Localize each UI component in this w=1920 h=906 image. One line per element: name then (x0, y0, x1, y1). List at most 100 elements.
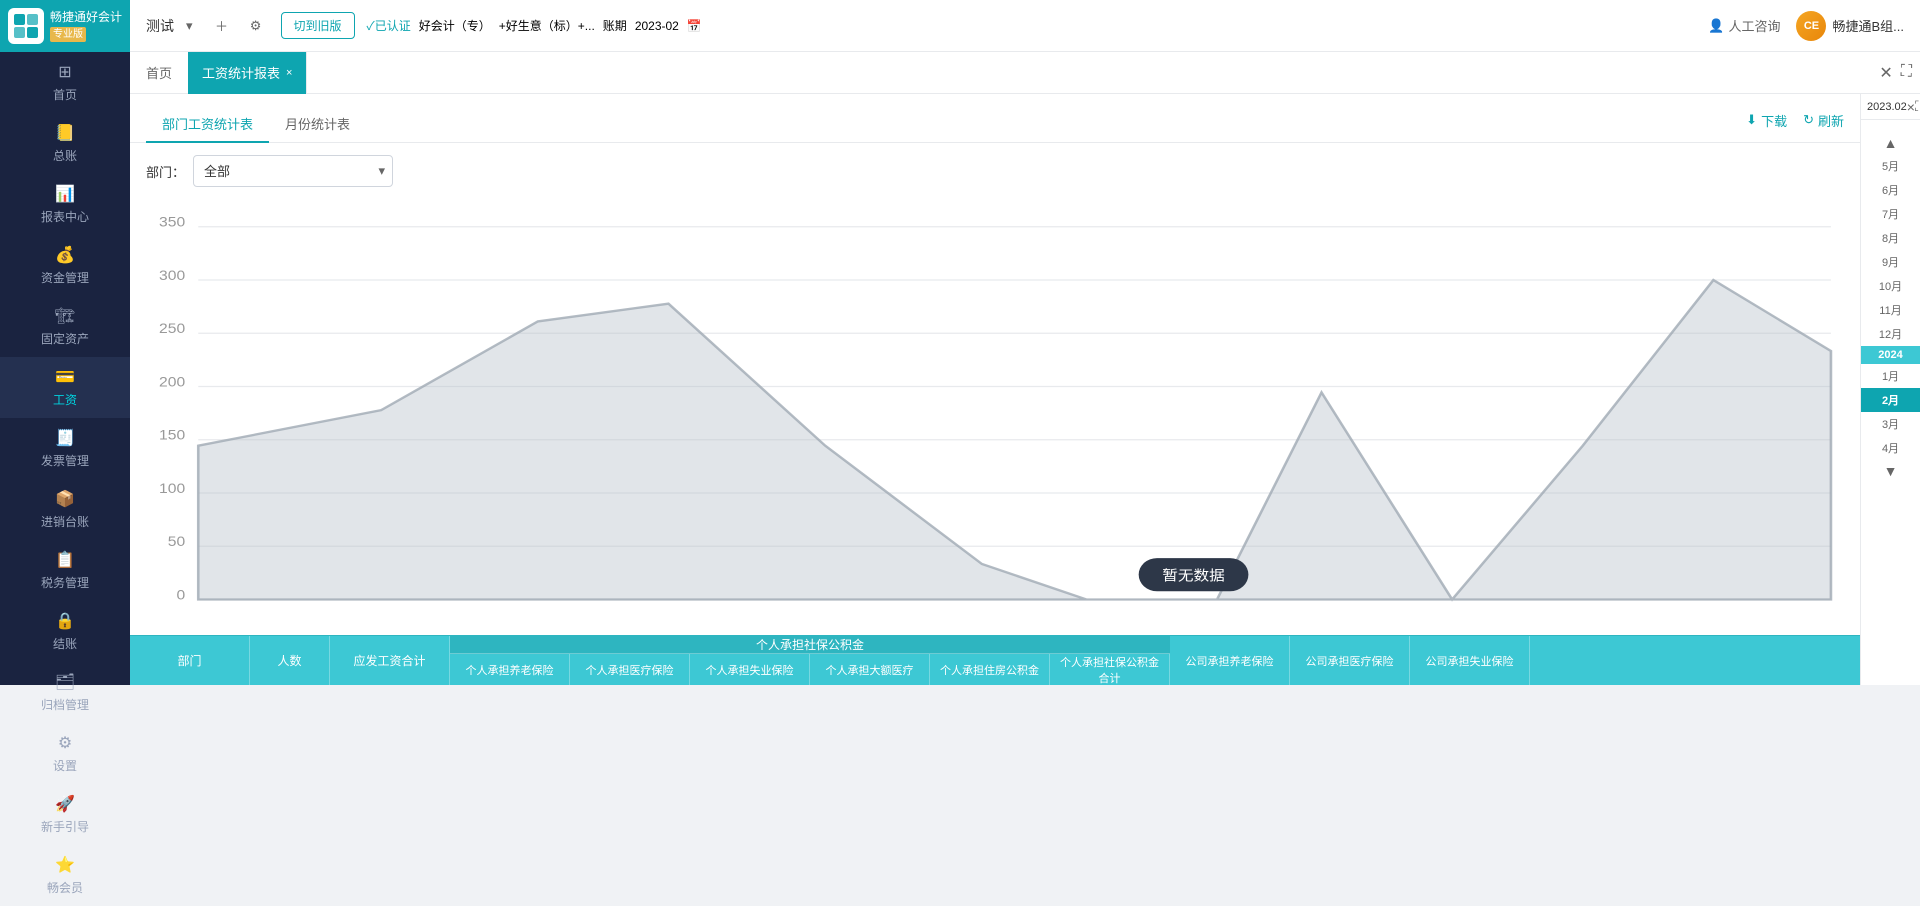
sidebar-label-sales: 进销台账 (41, 513, 89, 530)
topbar-title: 测试 (146, 16, 174, 36)
col-company-pension: 公司承担养老保险 (1170, 636, 1290, 685)
account-type: 好会计（专） (419, 17, 491, 34)
svg-text:150: 150 (159, 427, 185, 443)
subtab-month[interactable]: 月份统计表 (269, 106, 366, 143)
sidebar-item-sales[interactable]: 📦 进销台账 (0, 479, 130, 540)
sidebar-item-archive[interactable]: 🗂 归档管理 (0, 662, 130, 723)
sidebar-label-home: 首页 (53, 86, 77, 103)
col-personal-total: 个人承担社保公积金合计 (1050, 654, 1170, 685)
subtab-dept[interactable]: 部门工资统计表 (146, 106, 269, 143)
subtab-actions: ⬇ 下载 ↻ 刷新 (1746, 111, 1844, 138)
settings-icon: ⚙ (58, 733, 72, 753)
sidebar-label-vip: 畅会员 (47, 879, 83, 896)
vip-icon: ⭐ (55, 855, 75, 875)
tabbar: 首页 工资统计报表 × ✕ ⛶ (130, 52, 1920, 94)
month-5[interactable]: 5月 (1861, 154, 1920, 178)
col-personal-pension: 个人承担养老保险 (450, 654, 570, 685)
month-6[interactable]: 6月 (1861, 178, 1920, 202)
window-expand-button[interactable]: ⛶ (1901, 63, 1912, 83)
content-area: 部门工资统计表 月份统计表 ⬇ 下载 ↻ 刷新 (130, 94, 1920, 685)
add-button[interactable]: ＋ (209, 13, 235, 39)
svg-text:300: 300 (159, 268, 185, 284)
invoice-icon: 🧾 (55, 428, 75, 448)
window-close-button[interactable]: ✕ (1879, 63, 1892, 83)
sidebar-label-settings: 设置 (53, 757, 77, 774)
sidebar-item-closing[interactable]: 🔒 结账 (0, 601, 130, 662)
tab-home[interactable]: 首页 (146, 63, 188, 82)
month-8[interactable]: 8月 (1861, 226, 1920, 250)
month-1[interactable]: 1月 (1861, 364, 1920, 388)
sidebar-item-invoice[interactable]: 🧾 发票管理 (0, 418, 130, 479)
tab-payroll-report[interactable]: 工资统计报表 × (188, 52, 307, 94)
user-info[interactable]: CE 畅捷通B组... (1796, 11, 1904, 41)
sidebar-label-asset: 固定资产 (41, 330, 89, 347)
sidebar-item-tax[interactable]: 📋 税务管理 (0, 540, 130, 601)
svg-text:350: 350 (159, 214, 185, 230)
next-year-button[interactable]: ▼ (1861, 460, 1920, 482)
prev-year-button[interactable]: ▲ (1861, 132, 1920, 154)
svg-text:250: 250 (159, 321, 185, 337)
month-2[interactable]: 2月 (1861, 388, 1920, 412)
month-4[interactable]: 4月 (1861, 436, 1920, 460)
month-12[interactable]: 12月 (1861, 322, 1920, 346)
panel-expand-button[interactable]: ⛶ (1915, 98, 1920, 115)
panel-close-button[interactable]: × (1907, 99, 1915, 115)
help-icon: 👤 (1708, 18, 1724, 34)
tax-icon: 📋 (55, 550, 75, 570)
home-icon: ⊞ (58, 62, 71, 82)
topbar-status: ✓已认证 好会计（专） +好生意（标）+... 账期 2023-02 📅 (367, 17, 702, 34)
topbar-dropdown[interactable]: ▾ (186, 18, 193, 34)
month-7[interactable]: 7月 (1861, 202, 1920, 226)
year-2024-label: 2024 (1861, 346, 1920, 364)
sidebar-item-fund[interactable]: 💰 资金管理 (0, 235, 130, 296)
month-10[interactable]: 10月 (1861, 274, 1920, 298)
extra-services: +好生意（标）+... (499, 17, 595, 34)
sales-icon: 📦 (55, 489, 75, 509)
fund-icon: 💰 (55, 245, 75, 265)
svg-text:暂无数据: 暂无数据 (1162, 568, 1225, 584)
switch-version-button[interactable]: 切到旧版 (281, 12, 355, 39)
user-name: 畅捷通B组... (1832, 16, 1904, 35)
tab-close-icon[interactable]: × (286, 67, 292, 79)
right-panel: 2023.02 × ⛶ ▲ 5月 6月 7月 8月 9月 10月 11月 12月… (1860, 94, 1920, 685)
ledger-icon: 📒 (55, 123, 75, 143)
download-button[interactable]: ⬇ 下载 (1746, 111, 1787, 130)
sidebar-item-asset[interactable]: 🏗 固定资产 (0, 296, 130, 357)
sidebar-label-closing: 结账 (53, 635, 77, 652)
sidebar-item-settings[interactable]: ⚙ 设置 (0, 723, 130, 784)
topbar-tools: ＋ ⚙ (209, 13, 269, 39)
period-value: 2023-02 (635, 19, 679, 33)
guide-icon: 🚀 (55, 794, 75, 814)
month-9[interactable]: 9月 (1861, 250, 1920, 274)
main-area: 测试 ▾ ＋ ⚙ 切到旧版 ✓已认证 好会计（专） +好生意（标）+... 账期… (130, 0, 1920, 685)
sidebar-item-report[interactable]: 📊 报表中心 (0, 174, 130, 235)
svg-text:200: 200 (159, 374, 185, 390)
payroll-icon: 💳 (55, 367, 75, 387)
help-button[interactable]: 👤 人工咨询 (1708, 16, 1780, 35)
sidebar-label-fund: 资金管理 (41, 269, 89, 286)
col-dept: 部门 (130, 636, 250, 685)
calendar-icon[interactable]: 📅 (687, 19, 702, 33)
col-group-personal-cells: 个人承担养老保险 个人承担医疗保险 个人承担失业保险 个人承担大额医疗 个人承担… (450, 654, 1170, 685)
dept-select[interactable]: 全部 销售部 财务部 行政部 研发部 (193, 155, 393, 187)
sidebar-item-home[interactable]: ⊞ 首页 (0, 52, 130, 113)
settings-button[interactable]: ⚙ (243, 13, 269, 39)
sidebar-item-vip[interactable]: ⭐ 畅会员 (0, 845, 130, 906)
sidebar-item-guide[interactable]: 🚀 新手引导 (0, 784, 130, 845)
month-11[interactable]: 11月 (1861, 298, 1920, 322)
month-3[interactable]: 3月 (1861, 412, 1920, 436)
col-count: 人数 (250, 636, 330, 685)
refresh-icon: ↻ (1803, 112, 1814, 128)
col-group-personal: 个人承担社保公积金 (450, 636, 1170, 654)
svg-text:100: 100 (159, 481, 185, 497)
sidebar-item-ledger[interactable]: 📒 总账 (0, 113, 130, 174)
sidebar-label-tax: 税务管理 (41, 574, 89, 591)
topbar-right: 👤 人工咨询 CE 畅捷通B组... (1708, 11, 1904, 41)
archive-icon: 🗂 (55, 672, 75, 692)
asset-icon: 🏗 (55, 306, 75, 326)
refresh-button[interactable]: ↻ 刷新 (1803, 111, 1844, 130)
col-company-medical: 公司承担医疗保险 (1290, 636, 1410, 685)
col-total-wage: 应发工资合计 (330, 636, 450, 685)
sidebar-item-payroll[interactable]: 💳 工资 (0, 357, 130, 418)
topbar: 测试 ▾ ＋ ⚙ 切到旧版 ✓已认证 好会计（专） +好生意（标）+... 账期… (130, 0, 1920, 52)
